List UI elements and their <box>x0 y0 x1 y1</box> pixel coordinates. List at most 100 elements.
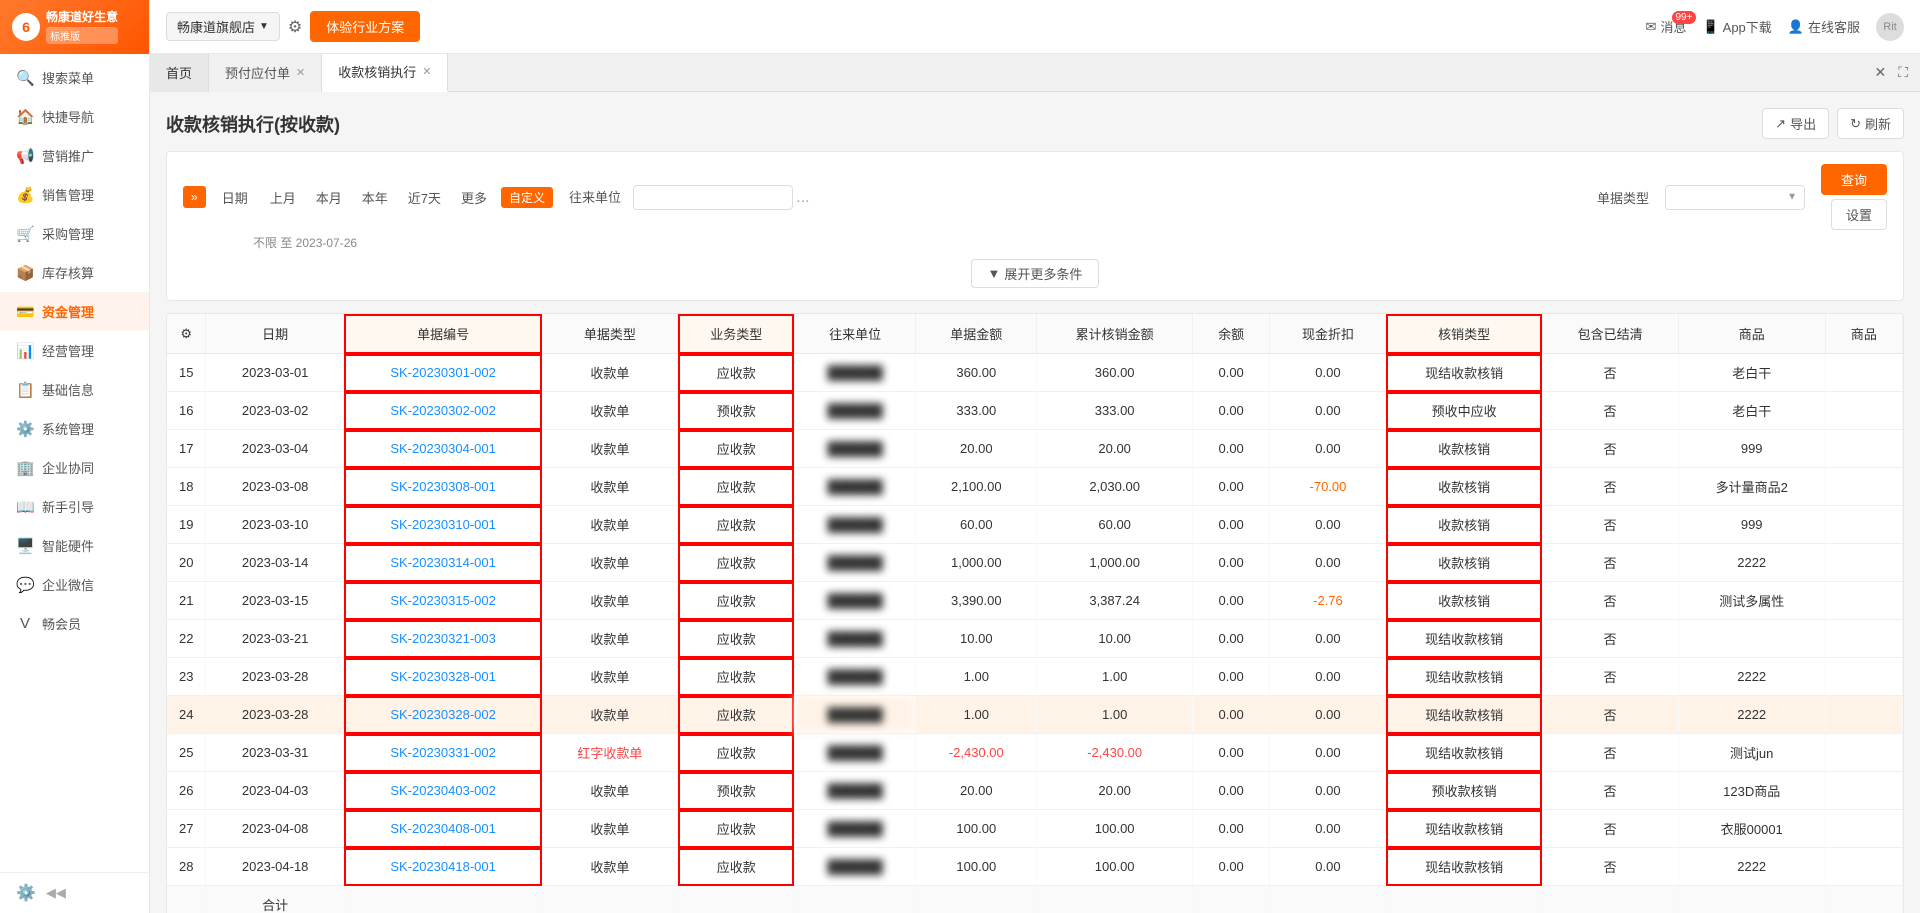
doc-no-link[interactable]: SK-20230310-001 <box>390 517 496 532</box>
sidebar-item-label: 库存核算 <box>42 263 94 282</box>
sidebar-collapse-icon[interactable]: ◀◀ <box>46 885 66 901</box>
sidebar-item-inventory[interactable]: 📦 库存核算 <box>0 253 149 292</box>
online-service-button[interactable]: 👤 在线客服 <box>1788 17 1860 36</box>
filter-expand-button[interactable]: » <box>183 186 206 208</box>
doc-type-select[interactable] <box>1665 185 1805 210</box>
table-row[interactable]: 162023-03-02SK-20230302-002收款单预收款██████3… <box>167 392 1903 430</box>
cell-partner: ██████ <box>794 658 915 696</box>
partner-dots[interactable]: ... <box>796 189 809 206</box>
cell-doc-no[interactable]: SK-20230418-001 <box>344 848 541 886</box>
doc-no-link[interactable]: SK-20230315-002 <box>390 593 496 608</box>
doc-no-link[interactable]: SK-20230308-001 <box>390 479 496 494</box>
cell-doc-no[interactable]: SK-20230304-001 <box>344 430 541 468</box>
query-button[interactable]: 查询 <box>1821 164 1887 195</box>
sidebar-item-hardware[interactable]: 🖥️ 智能硬件 <box>0 526 149 565</box>
sidebar-item-search[interactable]: 🔍 搜索菜单 <box>0 58 149 97</box>
cell-doc-no[interactable]: SK-20230403-002 <box>344 772 541 810</box>
user-avatar[interactable]: Rit <box>1876 13 1904 41</box>
cell-doc-no[interactable]: SK-20230310-001 <box>344 506 541 544</box>
table-row[interactable]: 182023-03-08SK-20230308-001收款单应收款██████2… <box>167 468 1903 506</box>
cell-doc-no[interactable]: SK-20230408-001 <box>344 810 541 848</box>
column-settings-icon[interactable]: ⚙ <box>180 326 192 341</box>
date-custom-button[interactable]: 自定义 <box>501 187 553 208</box>
refresh-button[interactable]: ↻ 刷新 <box>1837 108 1904 139</box>
sidebar-item-quick[interactable]: 🏠 快捷导航 <box>0 97 149 136</box>
expand-more-button[interactable]: ▼ 展开更多条件 <box>971 259 1100 288</box>
cell-doc-no[interactable]: SK-20230314-001 <box>344 544 541 582</box>
table-row[interactable]: 152023-03-01SK-20230301-002收款单应收款██████3… <box>167 354 1903 392</box>
sidebar-item-basic[interactable]: 📋 基础信息 <box>0 370 149 409</box>
cell-doc-no[interactable]: SK-20230331-002 <box>344 734 541 772</box>
hardware-icon: 🖥️ <box>16 537 34 555</box>
doc-no-link[interactable]: SK-20230328-001 <box>390 669 496 684</box>
message-button[interactable]: ✉ 消息 99+ <box>1646 17 1687 36</box>
sidebar-item-finance[interactable]: 💳 资金管理 <box>0 292 149 331</box>
tab-maximize-icon[interactable]: ⛶ <box>1894 60 1912 85</box>
tab-prepay[interactable]: 预付应付单 ✕ <box>209 54 322 92</box>
table-row[interactable]: 282023-04-18SK-20230418-001收款单应收款██████1… <box>167 848 1903 886</box>
doc-no-link[interactable]: SK-20230302-002 <box>390 403 496 418</box>
doc-no-link[interactable]: SK-20230418-001 <box>390 859 496 874</box>
sidebar-item-member[interactable]: V 畅会员 <box>0 604 149 643</box>
table-row[interactable]: 172023-03-04SK-20230304-001收款单应收款██████2… <box>167 430 1903 468</box>
industry-solution-button[interactable]: 体验行业方案 <box>310 11 420 42</box>
table-row[interactable]: 222023-03-21SK-20230321-003收款单应收款██████1… <box>167 620 1903 658</box>
settings-icon[interactable]: ⚙ <box>288 17 302 37</box>
doc-no-link[interactable]: SK-20230331-002 <box>390 745 496 760</box>
table-row[interactable]: 212023-03-15SK-20230315-002收款单应收款██████3… <box>167 582 1903 620</box>
tab-prepay-close-icon[interactable]: ✕ <box>296 66 305 79</box>
tab-home[interactable]: 首页 <box>150 54 209 92</box>
doc-no-link[interactable]: SK-20230321-003 <box>390 631 496 646</box>
sidebar-settings-icon[interactable]: ⚙️ <box>16 883 36 903</box>
filter-settings-button[interactable]: 设置 <box>1831 199 1887 230</box>
table-row[interactable]: 232023-03-28SK-20230328-001收款单应收款██████1… <box>167 658 1903 696</box>
cell-doc-amount: 360.00 <box>916 354 1037 392</box>
sidebar-item-business[interactable]: 📊 经营管理 <box>0 331 149 370</box>
date-more[interactable]: 更多 <box>455 186 493 209</box>
date-prev-month[interactable]: 上月 <box>264 186 302 209</box>
cell-doc-no[interactable]: SK-20230315-002 <box>344 582 541 620</box>
doc-no-link[interactable]: SK-20230304-001 <box>390 441 496 456</box>
store-selector[interactable]: 畅康道旗舰店 ▼ <box>166 12 280 41</box>
table-row[interactable]: 192023-03-10SK-20230310-001收款单应收款██████6… <box>167 506 1903 544</box>
cell-doc-no[interactable]: SK-20230328-002 <box>344 696 541 734</box>
partner-input[interactable] <box>633 185 793 210</box>
tab-collection[interactable]: 收款核销执行 ✕ <box>322 54 448 92</box>
tab-close-button[interactable]: ✕ <box>1870 60 1890 85</box>
cell-balance: 0.00 <box>1193 810 1270 848</box>
table-row[interactable]: 272023-04-08SK-20230408-001收款单应收款██████1… <box>167 810 1903 848</box>
date-this-year[interactable]: 本年 <box>356 186 394 209</box>
cell-doc-amount: 1.00 <box>916 658 1037 696</box>
sidebar-item-wechat[interactable]: 💬 企业微信 <box>0 565 149 604</box>
cell-goods2 <box>1825 810 1902 848</box>
doc-no-link[interactable]: SK-20230301-002 <box>390 365 496 380</box>
table-row[interactable]: 202023-03-14SK-20230314-001收款单应收款██████1… <box>167 544 1903 582</box>
system-icon: ⚙️ <box>16 420 34 438</box>
sidebar-item-corp[interactable]: 🏢 企业协同 <box>0 448 149 487</box>
cell-doc-no[interactable]: SK-20230308-001 <box>344 468 541 506</box>
date-7days[interactable]: 近7天 <box>402 186 447 209</box>
cell-doc-no[interactable]: SK-20230301-002 <box>344 354 541 392</box>
doc-no-link[interactable]: SK-20230403-002 <box>390 783 496 798</box>
doc-no-link[interactable]: SK-20230408-001 <box>390 821 496 836</box>
export-button[interactable]: ↗ 导出 <box>1762 108 1829 139</box>
cell-doc-no[interactable]: SK-20230302-002 <box>344 392 541 430</box>
sidebar-item-purchase[interactable]: 🛒 采购管理 <box>0 214 149 253</box>
doc-no-link[interactable]: SK-20230328-002 <box>390 707 496 722</box>
th-gear[interactable]: ⚙ <box>167 314 206 354</box>
cell-balance: 0.00 <box>1193 354 1270 392</box>
sidebar-item-guide[interactable]: 📖 新手引导 <box>0 487 149 526</box>
sidebar-item-label: 资金管理 <box>42 302 94 321</box>
table-row[interactable]: 252023-03-31SK-20230331-002红字收款单应收款█████… <box>167 734 1903 772</box>
sidebar-item-marketing[interactable]: 📢 营销推广 <box>0 136 149 175</box>
doc-no-link[interactable]: SK-20230314-001 <box>390 555 496 570</box>
table-row[interactable]: 242023-03-28SK-20230328-002收款单应收款██████1… <box>167 696 1903 734</box>
tab-collection-close-icon[interactable]: ✕ <box>422 65 431 78</box>
sidebar-item-sales[interactable]: 💰 销售管理 <box>0 175 149 214</box>
app-download-button[interactable]: 📱 App下载 <box>1702 17 1771 36</box>
date-this-month[interactable]: 本月 <box>310 186 348 209</box>
sidebar-item-system[interactable]: ⚙️ 系统管理 <box>0 409 149 448</box>
cell-doc-no[interactable]: SK-20230328-001 <box>344 658 541 696</box>
cell-doc-no[interactable]: SK-20230321-003 <box>344 620 541 658</box>
table-row[interactable]: 262023-04-03SK-20230403-002收款单预收款██████2… <box>167 772 1903 810</box>
